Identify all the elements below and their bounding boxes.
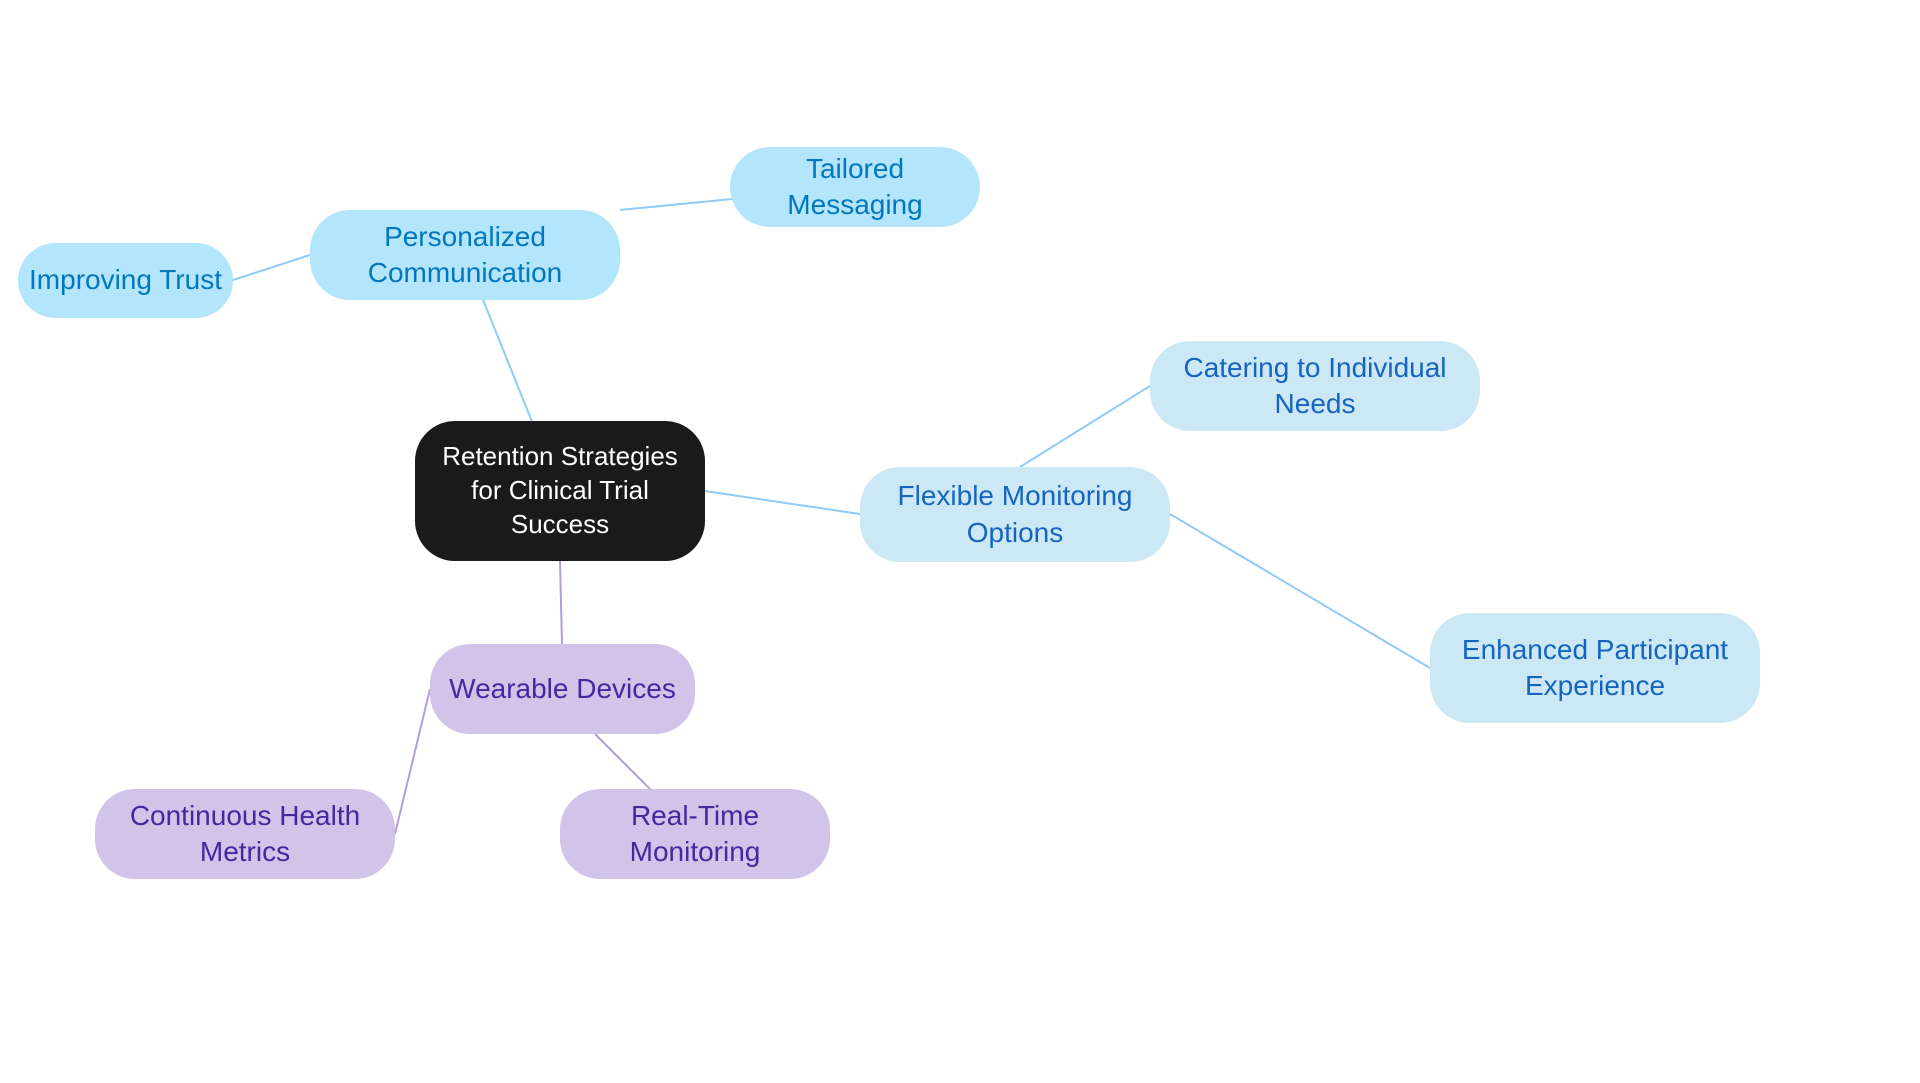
- realtime-monitoring-node: Real-Time Monitoring: [560, 789, 830, 879]
- catering-individual-label: Catering to Individual Needs: [1150, 350, 1480, 423]
- wearable-devices-label: Wearable Devices: [439, 671, 686, 707]
- center-label: Retention Strategies for Clinical Trial …: [415, 440, 705, 541]
- catering-individual-node: Catering to Individual Needs: [1150, 341, 1480, 431]
- improving-trust-node: Improving Trust: [18, 243, 233, 318]
- enhanced-participant-label: Enhanced Participant Experience: [1430, 632, 1760, 705]
- tailored-messaging-label: Tailored Messaging: [730, 151, 980, 224]
- center-node: Retention Strategies for Clinical Trial …: [415, 421, 705, 561]
- personalized-communication-label: Personalized Communication: [310, 219, 620, 292]
- wearable-devices-node: Wearable Devices: [430, 644, 695, 734]
- enhanced-participant-node: Enhanced Participant Experience: [1430, 613, 1760, 723]
- continuous-health-label: Continuous Health Metrics: [95, 798, 395, 871]
- flexible-monitoring-label: Flexible Monitoring Options: [860, 478, 1170, 551]
- flexible-monitoring-node: Flexible Monitoring Options: [860, 467, 1170, 562]
- personalized-communication-node: Personalized Communication: [310, 210, 620, 300]
- realtime-monitoring-label: Real-Time Monitoring: [560, 798, 830, 871]
- continuous-health-node: Continuous Health Metrics: [95, 789, 395, 879]
- tailored-messaging-node: Tailored Messaging: [730, 147, 980, 227]
- improving-trust-label: Improving Trust: [19, 262, 232, 298]
